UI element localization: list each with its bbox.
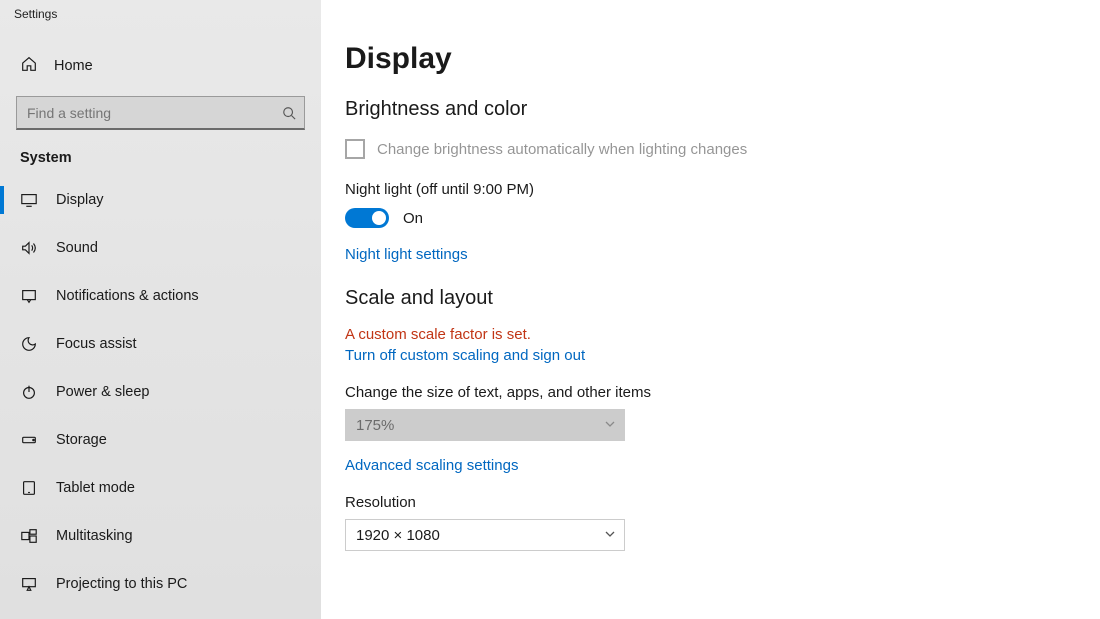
nav-item-label: Notifications & actions (56, 288, 199, 304)
nav-storage[interactable]: Storage (0, 416, 321, 464)
text-size-dropdown: 175% (345, 409, 625, 441)
brightness-heading: Brightness and color (345, 98, 1100, 121)
power-icon (20, 383, 38, 401)
focus-assist-icon (20, 335, 38, 353)
search-input[interactable] (16, 96, 305, 130)
nav-item-label: Sound (56, 240, 98, 256)
auto-brightness-row[interactable]: Change brightness automatically when lig… (345, 139, 1100, 159)
storage-icon (20, 431, 38, 449)
text-size-value: 175% (356, 417, 394, 434)
scale-heading: Scale and layout (345, 287, 1100, 310)
notifications-icon (20, 287, 38, 305)
nav-sound[interactable]: Sound (0, 224, 321, 272)
chevron-down-icon (604, 417, 616, 434)
nav-projecting[interactable]: Projecting to this PC (0, 560, 321, 608)
nightlight-toggle[interactable] (345, 208, 389, 228)
home-label: Home (54, 58, 93, 74)
home-nav[interactable]: Home (0, 44, 321, 88)
advanced-scaling-link[interactable]: Advanced scaling settings (345, 457, 1100, 474)
scale-warning: A custom scale factor is set. (345, 324, 1100, 345)
nav-item-label: Tablet mode (56, 480, 135, 496)
nav-item-label: Projecting to this PC (56, 576, 187, 592)
sound-icon (20, 239, 38, 257)
resolution-label: Resolution (345, 494, 1100, 511)
window-title: Settings (0, 7, 57, 21)
sidebar: Home System Display Sound (0, 0, 321, 619)
display-icon (20, 191, 38, 209)
nav-power-sleep[interactable]: Power & sleep (0, 368, 321, 416)
nav-multitasking[interactable]: Multitasking (0, 512, 321, 560)
nav-item-label: Focus assist (56, 336, 137, 352)
tablet-icon (20, 479, 38, 497)
text-size-label: Change the size of text, apps, and other… (345, 384, 1100, 401)
search-field[interactable] (17, 105, 274, 121)
nightlight-settings-link[interactable]: Night light settings (345, 246, 1100, 263)
home-icon (20, 55, 38, 77)
chevron-down-icon (604, 527, 616, 544)
auto-brightness-label: Change brightness automatically when lig… (377, 141, 747, 158)
nightlight-label: Night light (off until 9:00 PM) (345, 181, 1100, 198)
nav-item-label: Storage (56, 432, 107, 448)
resolution-value: 1920 × 1080 (356, 527, 440, 544)
auto-brightness-checkbox[interactable] (345, 139, 365, 159)
nav-display[interactable]: Display (0, 176, 321, 224)
page-title: Display (345, 42, 1100, 76)
nav-item-label: Multitasking (56, 528, 133, 544)
nav-item-label: Power & sleep (56, 384, 150, 400)
search-icon (274, 106, 304, 120)
nightlight-toggle-state: On (403, 210, 423, 227)
multitasking-icon (20, 527, 38, 545)
nav-item-label: Display (56, 192, 104, 208)
section-heading: System (0, 144, 321, 176)
nav-focus-assist[interactable]: Focus assist (0, 320, 321, 368)
turn-off-custom-scaling-link[interactable]: Turn off custom scaling and sign out (345, 345, 1100, 366)
main-content: Display Brightness and color Change brig… (321, 0, 1100, 619)
nav-tablet-mode[interactable]: Tablet mode (0, 464, 321, 512)
nav-notifications[interactable]: Notifications & actions (0, 272, 321, 320)
projecting-icon (20, 575, 38, 593)
resolution-dropdown[interactable]: 1920 × 1080 (345, 519, 625, 551)
